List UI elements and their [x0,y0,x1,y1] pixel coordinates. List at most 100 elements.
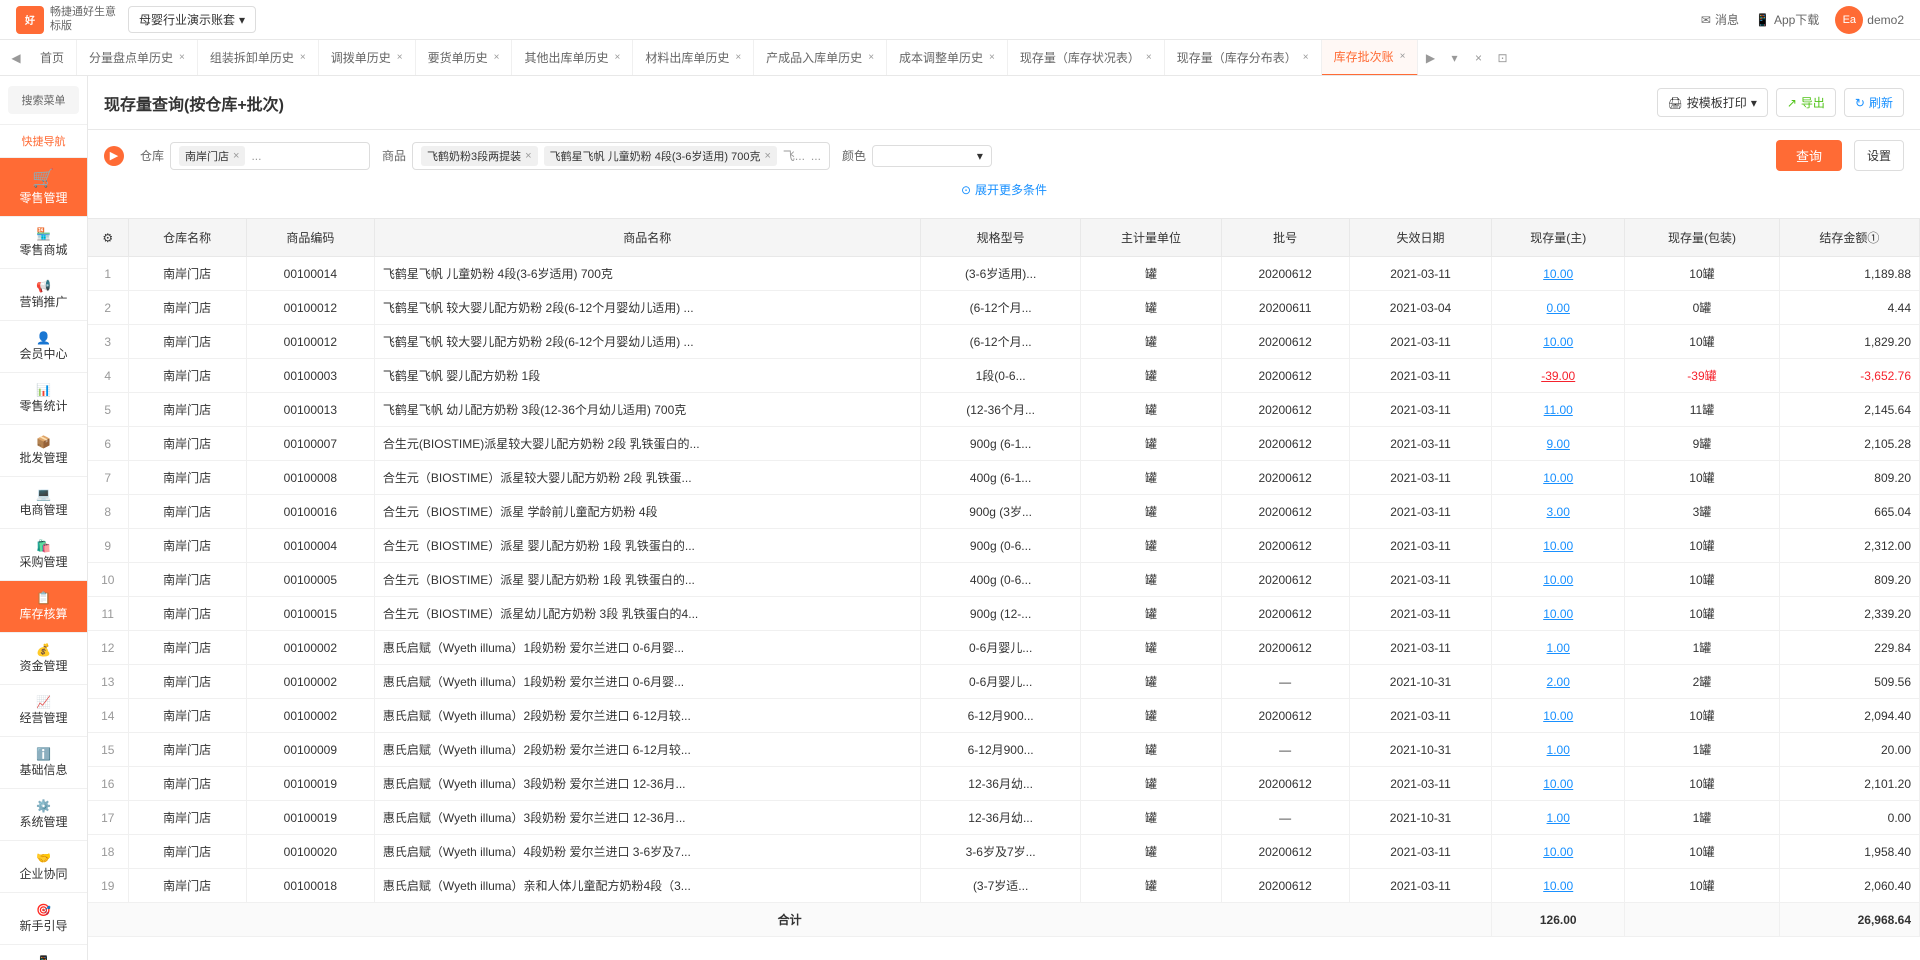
arrow-right-icon[interactable]: ▶ [104,146,124,166]
tab-close-icon[interactable]: × [1146,52,1152,63]
tab-adjust-history[interactable]: 调拨单历史 × [319,40,416,76]
col-settings[interactable]: ⚙ [88,219,128,257]
row-warehouse: 南岸门店 [128,733,246,767]
row-qty-main[interactable]: 0.00 [1492,291,1625,325]
filter-expand-arrow[interactable]: ▶ [104,146,124,166]
sidebar-item-inventory[interactable]: 📋 库存核算 [0,581,87,633]
quick-nav-button[interactable]: 快捷导航 [0,125,87,158]
tag-remove-icon[interactable]: × [233,150,239,162]
row-expire: 2021-03-04 [1349,291,1492,325]
template-print-button[interactable]: 🖨 按模板打印 ▾ [1657,88,1768,117]
sidebar-item-finance[interactable]: 💰 资金管理 [0,633,87,685]
refresh-button[interactable]: ↻ 刷新 [1844,88,1904,117]
row-qty-main[interactable]: 9.00 [1492,427,1625,461]
sidebar-item-guide[interactable]: 🎯 新手引导 [0,893,87,945]
chevron-down-icon: ▾ [977,149,983,163]
tab-product-in[interactable]: 产成品入库单历史 × [754,40,887,76]
tab-stock-dist[interactable]: 现存量（库存分布表） × [1165,40,1322,76]
row-qty-main[interactable]: 10.00 [1492,257,1625,291]
row-warehouse: 南岸门店 [128,529,246,563]
tab-batch-voucher[interactable]: 库存批次账 × [1322,40,1419,76]
sidebar-item-retail[interactable]: 🛒 零售管理 [0,158,87,217]
sidebar-item-wholesale[interactable]: 📦 批发管理 [0,425,87,477]
tab-material-out[interactable]: 材料出库单历史 × [633,40,754,76]
tab-next-button[interactable]: ▶ [1418,40,1442,76]
sidebar-item-ecommerce[interactable]: 💻 电商管理 [0,477,87,529]
row-qty-main[interactable]: 10.00 [1492,597,1625,631]
row-warehouse: 南岸门店 [128,563,246,597]
tab-close-icon[interactable]: × [494,52,500,63]
tab-close-icon[interactable]: × [868,52,874,63]
tab-close-icon[interactable]: × [397,52,403,63]
row-qty-main[interactable]: 10.00 [1492,835,1625,869]
row-qty-main[interactable]: 10.00 [1492,563,1625,597]
export-button[interactable]: ↗ 导出 [1776,88,1836,117]
tab-stock-status[interactable]: 现存量（库存状况表） × [1008,40,1165,76]
tab-close-icon[interactable]: × [1400,51,1406,62]
row-unit: 罐 [1081,665,1221,699]
search-menu-button[interactable]: 搜索菜单 [8,86,79,114]
row-amount: 509.56 [1779,665,1919,699]
app-download-button[interactable]: 📱 App下载 [1755,11,1819,28]
row-qty-main[interactable]: 10.00 [1492,529,1625,563]
warehouse-more[interactable]: ... [251,149,261,163]
row-qty-main[interactable]: 1.00 [1492,733,1625,767]
product-tag-area[interactable]: 飞鹤奶粉3段两提装 × 飞鹤星飞帆 儿童奶粉 4段(3-6岁适用) 700克 ×… [412,142,830,170]
tab-close-icon[interactable]: × [989,52,995,63]
tab-close-all-button[interactable]: × [1466,40,1490,76]
company-selector[interactable]: 母婴行业演示账套 ▾ [128,6,256,33]
sidebar-item-system[interactable]: ⚙️ 系统管理 [0,789,87,841]
tab-home[interactable]: 首页 [28,40,77,76]
row-unit: 罐 [1081,699,1221,733]
row-qty-main[interactable]: 10.00 [1492,767,1625,801]
tab-prev-button[interactable]: ◀ [4,40,28,76]
sidebar-item-enterprise[interactable]: 🤝 企业协同 [0,841,87,893]
tab-require-history[interactable]: 要货单历史 × [416,40,513,76]
row-qty-main[interactable]: 10.00 [1492,699,1625,733]
row-qty-main[interactable]: -39.00 [1492,359,1625,393]
row-qty-main[interactable]: 2.00 [1492,665,1625,699]
row-qty-main[interactable]: 10.00 [1492,461,1625,495]
user-avatar[interactable]: Ea demo2 [1835,6,1904,34]
sidebar-item-basic[interactable]: ℹ️ 基础信息 [0,737,87,789]
sidebar-item-appstore[interactable]: 📱 应用中心 [0,945,87,960]
expand-conditions-button[interactable]: ⊙ 展开更多条件 [953,177,1055,202]
tab-close-icon[interactable]: × [179,52,185,63]
product-more[interactable]: 飞... [783,147,805,164]
tab-close-icon[interactable]: × [614,52,620,63]
row-batch: 20200612 [1221,597,1349,631]
tag-remove-icon[interactable]: × [525,150,531,162]
tab-cost-adjust[interactable]: 成本调整单历史 × [887,40,1008,76]
row-qty-main[interactable]: 11.00 [1492,393,1625,427]
sidebar-item-operations[interactable]: 📈 经营管理 [0,685,87,737]
tab-menu-button[interactable]: ▾ [1442,40,1466,76]
settings-icon[interactable]: ⚙ [102,231,113,245]
tag-remove-icon[interactable]: × [764,150,770,162]
sidebar-item-stats[interactable]: 📊 零售统计 [0,373,87,425]
tab-close-icon[interactable]: × [1303,52,1309,63]
row-unit: 罐 [1081,291,1221,325]
product-more-dots[interactable]: ... [811,149,821,163]
tab-close-icon[interactable]: × [735,52,741,63]
sidebar-item-marketing[interactable]: 📢 营销推广 [0,269,87,321]
tab-maximize-button[interactable]: ⊡ [1490,40,1514,76]
tab-portion-history[interactable]: 分量盘点单历史 × [77,40,198,76]
tab-other-out[interactable]: 其他出库单历史 × [512,40,633,76]
row-qty-main[interactable]: 1.00 [1492,801,1625,835]
row-qty-main[interactable]: 3.00 [1492,495,1625,529]
sidebar-item-member[interactable]: 👤 会员中心 [0,321,87,373]
row-expire: 2021-03-11 [1349,359,1492,393]
sidebar-item-purchase[interactable]: 🛍️ 采购管理 [0,529,87,581]
settings-button[interactable]: 设置 [1854,140,1904,171]
message-button[interactable]: ✉ 消息 [1701,11,1739,28]
top-bar-left: 好 畅捷通好生意 标版 母婴行业演示账套 ▾ [16,6,256,34]
tab-combo-dismantle[interactable]: 组装拆卸单历史 × [198,40,319,76]
warehouse-tag-area[interactable]: 南岸门店 × ... [170,142,370,170]
tab-close-icon[interactable]: × [300,52,306,63]
row-qty-main[interactable]: 1.00 [1492,631,1625,665]
row-qty-main[interactable]: 10.00 [1492,869,1625,903]
query-button[interactable]: 查询 [1776,140,1842,171]
color-tag-area[interactable]: ▾ [872,145,992,167]
row-qty-main[interactable]: 10.00 [1492,325,1625,359]
sidebar-item-shop[interactable]: 🏪 零售商城 [0,217,87,269]
